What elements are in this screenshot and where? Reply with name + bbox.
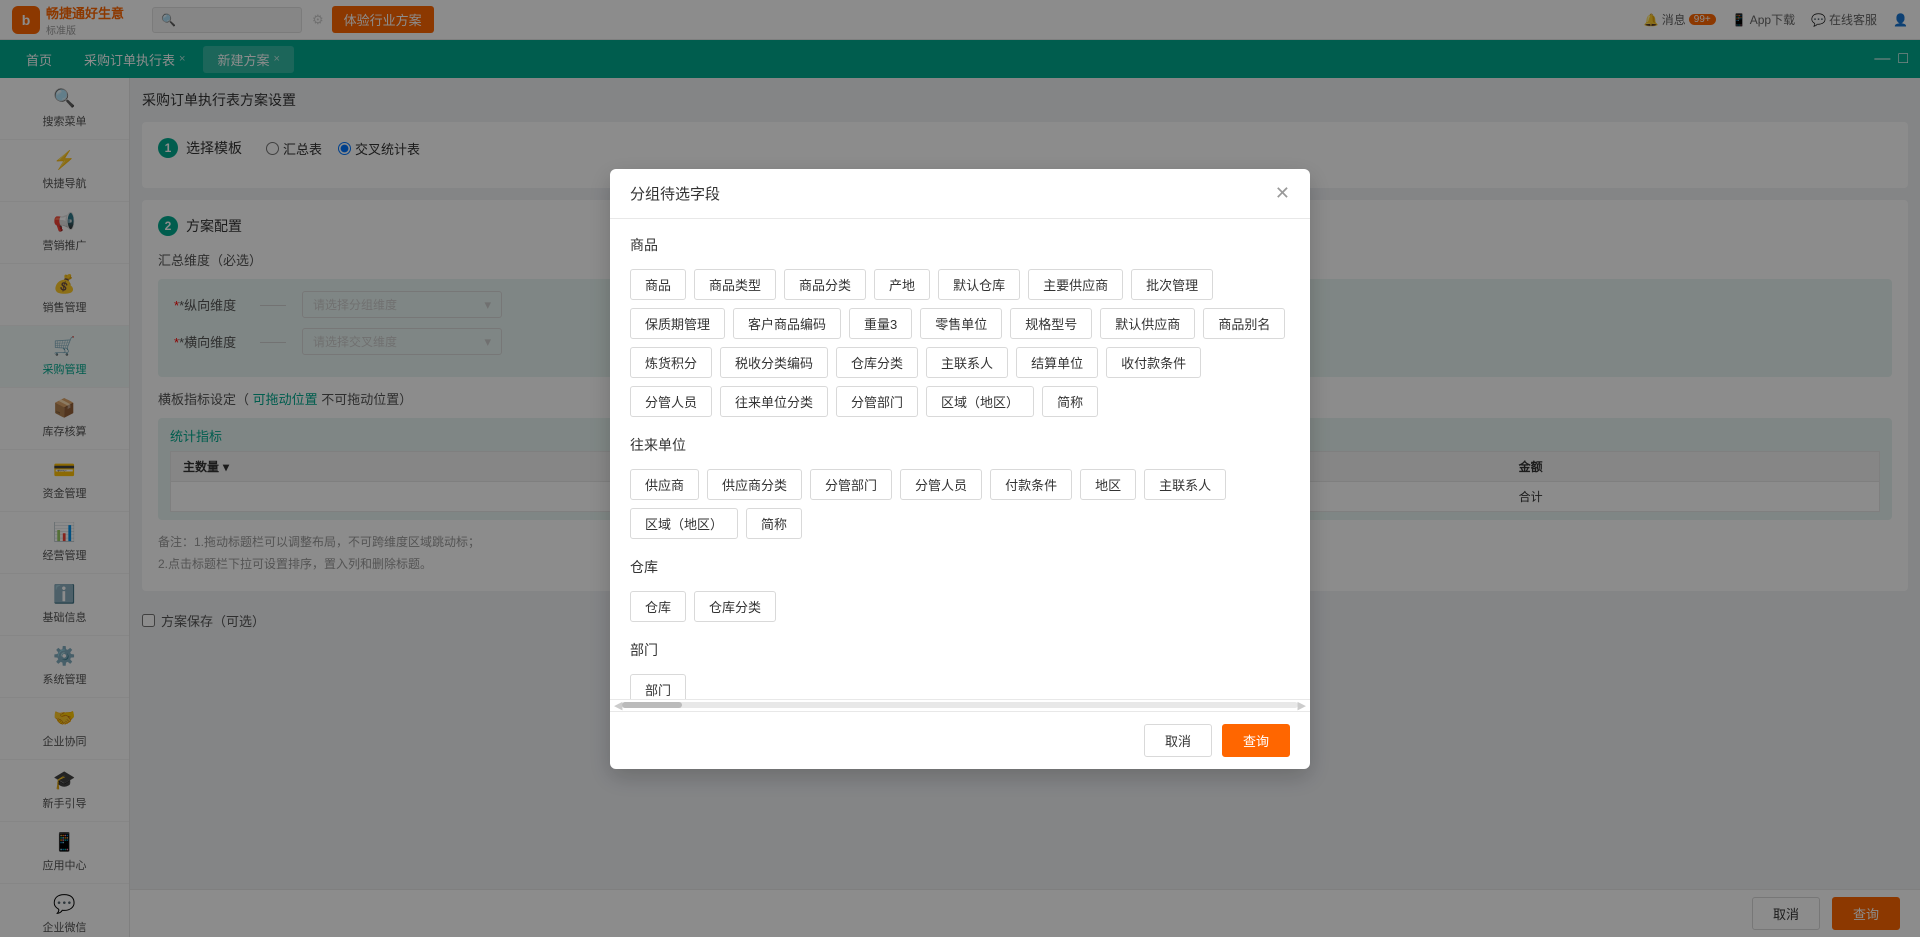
field-tag-goods-1[interactable]: 商品类型 (694, 269, 776, 300)
field-tag-goods-18[interactable]: 结算单位 (1016, 347, 1098, 378)
field-tag-partner-4[interactable]: 付款条件 (990, 469, 1072, 500)
modal-overlay: 分组待选字段 ✕ 商品 商品 商品类型 商品分类 产地 默认仓库 主要供应商 批… (0, 0, 1920, 937)
field-tag-goods-7[interactable]: 保质期管理 (630, 308, 725, 339)
field-tag-goods-14[interactable]: 炼货积分 (630, 347, 712, 378)
field-tag-partner-2[interactable]: 分管部门 (810, 469, 892, 500)
field-tag-goods-19[interactable]: 收付款条件 (1106, 347, 1201, 378)
field-tag-warehouse-1[interactable]: 仓库分类 (694, 591, 776, 622)
field-tag-partner-6[interactable]: 主联系人 (1144, 469, 1226, 500)
modal-close-button[interactable]: ✕ (1275, 183, 1290, 204)
field-tag-partner-1[interactable]: 供应商分类 (707, 469, 802, 500)
field-tag-goods-15[interactable]: 税收分类编码 (720, 347, 828, 378)
field-tag-goods-0[interactable]: 商品 (630, 269, 686, 300)
field-tag-goods-10[interactable]: 零售单位 (920, 308, 1002, 339)
field-tag-goods-6[interactable]: 批次管理 (1131, 269, 1213, 300)
field-tag-goods-8[interactable]: 客户商品编码 (733, 308, 841, 339)
hscroll-bar (622, 702, 1297, 708)
modal-cancel-button[interactable]: 取消 (1144, 724, 1212, 757)
modal-hscroll: ◀ ▶ (610, 699, 1310, 711)
field-tag-goods-22[interactable]: 分管部门 (836, 386, 918, 417)
modal-header: 分组待选字段 ✕ (610, 169, 1310, 219)
field-tags-warehouse: 仓库 仓库分类 (630, 591, 1290, 622)
modal-confirm-button[interactable]: 查询 (1222, 724, 1290, 757)
field-group-warehouse: 仓库 仓库 仓库分类 (630, 557, 1290, 622)
field-tag-dept-0[interactable]: 部门 (630, 674, 686, 699)
hscroll-thumb[interactable] (622, 702, 682, 708)
field-tag-goods-12[interactable]: 默认供应商 (1100, 308, 1195, 339)
field-tag-partner-7[interactable]: 区域（地区） (630, 508, 738, 539)
field-group-dept-title: 部门 (630, 640, 1290, 664)
field-group-partner: 往来单位 供应商 供应商分类 分管部门 分管人员 付款条件 地区 主联系人 区域… (630, 435, 1290, 539)
field-tag-goods-2[interactable]: 商品分类 (784, 269, 866, 300)
modal-title: 分组待选字段 (630, 183, 720, 204)
field-tag-goods-3[interactable]: 产地 (874, 269, 930, 300)
modal: 分组待选字段 ✕ 商品 商品 商品类型 商品分类 产地 默认仓库 主要供应商 批… (610, 169, 1310, 769)
field-tag-goods-16[interactable]: 仓库分类 (836, 347, 918, 378)
modal-footer: 取消 查询 (610, 711, 1310, 769)
field-group-dept: 部门 部门 (630, 640, 1290, 699)
field-tag-goods-21[interactable]: 往来单位分类 (720, 386, 828, 417)
modal-body: 商品 商品 商品类型 商品分类 产地 默认仓库 主要供应商 批次管理 保质期管理… (610, 219, 1310, 699)
field-tag-goods-9[interactable]: 重量3 (849, 308, 912, 339)
field-tag-goods-20[interactable]: 分管人员 (630, 386, 712, 417)
field-tag-goods-24[interactable]: 简称 (1042, 386, 1098, 417)
field-group-partner-title: 往来单位 (630, 435, 1290, 459)
field-tag-goods-4[interactable]: 默认仓库 (938, 269, 1020, 300)
field-tag-partner-5[interactable]: 地区 (1080, 469, 1136, 500)
field-tag-goods-17[interactable]: 主联系人 (926, 347, 1008, 378)
field-tag-partner-8[interactable]: 简称 (746, 508, 802, 539)
field-tag-goods-13[interactable]: 商品别名 (1203, 308, 1285, 339)
field-group-goods: 商品 商品 商品类型 商品分类 产地 默认仓库 主要供应商 批次管理 保质期管理… (630, 235, 1290, 417)
field-tag-goods-11[interactable]: 规格型号 (1010, 308, 1092, 339)
field-group-goods-title: 商品 (630, 235, 1290, 259)
field-tag-goods-5[interactable]: 主要供应商 (1028, 269, 1123, 300)
field-tag-partner-3[interactable]: 分管人员 (900, 469, 982, 500)
field-tags-partner: 供应商 供应商分类 分管部门 分管人员 付款条件 地区 主联系人 区域（地区） … (630, 469, 1290, 539)
field-tag-warehouse-0[interactable]: 仓库 (630, 591, 686, 622)
field-group-warehouse-title: 仓库 (630, 557, 1290, 581)
field-tag-goods-23[interactable]: 区域（地区） (926, 386, 1034, 417)
field-tags-dept: 部门 (630, 674, 1290, 699)
field-tag-partner-0[interactable]: 供应商 (630, 469, 699, 500)
field-tags-goods: 商品 商品类型 商品分类 产地 默认仓库 主要供应商 批次管理 保质期管理 客户… (630, 269, 1290, 417)
